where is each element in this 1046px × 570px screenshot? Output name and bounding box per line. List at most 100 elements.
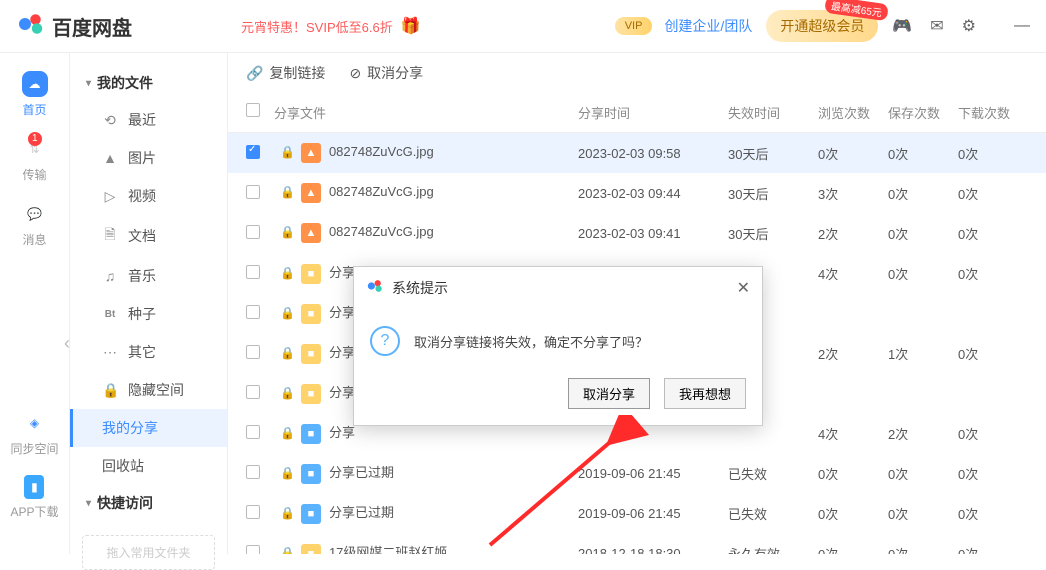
- table-row[interactable]: 🔒■17级网媒二班赵红姬2018-12-18 18:30永久有效0次0次0次: [228, 533, 1046, 554]
- table-row[interactable]: 🔒■分享已过期2019-09-06 21:45已失效0次0次0次: [228, 493, 1046, 533]
- row-checkbox[interactable]: [246, 265, 260, 279]
- row-checkbox[interactable]: [246, 465, 260, 479]
- sidebar-item-docs[interactable]: 🗎文档: [70, 215, 227, 257]
- dialog-confirm-button[interactable]: 取消分享: [568, 378, 650, 409]
- link-icon: 🔗: [246, 65, 263, 82]
- nav-home[interactable]: ☁ 首页: [22, 71, 48, 118]
- sidebar: ▾ 我的文件 ⟲最近 ▲图片 ▷视频 🗎文档 ♫音乐 Bt种子 ⋯其它 🔒隐藏空…: [70, 53, 228, 554]
- sidebar-item-images[interactable]: ▲图片: [70, 139, 227, 177]
- sidebar-item-recycle[interactable]: 回收站: [70, 447, 227, 485]
- sidebar-item-other[interactable]: ⋯其它: [70, 333, 227, 371]
- vip-badge[interactable]: VIP: [615, 17, 653, 35]
- promo-text[interactable]: 元宵特惠！SVIP低至6.6折: [241, 17, 393, 36]
- sidebar-item-video[interactable]: ▷视频: [70, 177, 227, 215]
- row-checkbox[interactable]: [246, 425, 260, 439]
- mail-icon[interactable]: ✉: [930, 16, 943, 36]
- row-checkbox[interactable]: [246, 225, 260, 239]
- table-header: 分享文件 分享时间 失效时间 浏览次数 保存次数 下载次数: [228, 93, 1046, 133]
- dialog-cancel-button[interactable]: 我再想想: [664, 378, 746, 409]
- transfer-badge: 1: [28, 132, 42, 146]
- open-svip-button[interactable]: 开通超级会员 最高减65元: [766, 10, 878, 42]
- table-row[interactable]: 🔒▲082748ZuVcG.jpg2023-02-03 09:5830天后0次0…: [228, 133, 1046, 173]
- window-minimize-icon[interactable]: —: [1014, 17, 1030, 35]
- cell-expire: 30天后: [728, 144, 818, 163]
- file-type-icon: ■: [301, 424, 321, 444]
- lock-icon: 🔒: [280, 506, 295, 520]
- chevron-down-icon: ▾: [86, 498, 91, 509]
- cell-views: 0次: [818, 464, 888, 483]
- row-checkbox[interactable]: [246, 305, 260, 319]
- cancel-share-button[interactable]: ⊘取消分享: [349, 63, 423, 83]
- file-type-icon: ■: [301, 464, 321, 484]
- lock-icon: 🔒: [280, 386, 295, 400]
- lock-icon: 🔒: [280, 306, 295, 320]
- sidebar-group-myfiles[interactable]: ▾ 我的文件: [70, 65, 227, 101]
- row-checkbox[interactable]: [246, 345, 260, 359]
- cell-views: 2次: [818, 344, 888, 363]
- lock-icon: 🔒: [280, 346, 295, 360]
- sidebar-item-music[interactable]: ♫音乐: [70, 257, 227, 295]
- cell-saves: 0次: [888, 144, 958, 163]
- col-name[interactable]: 分享文件: [274, 103, 578, 122]
- cell-downloads: 0次: [958, 544, 1028, 555]
- file-name: 分享: [329, 425, 355, 440]
- cell-saves: 0次: [888, 264, 958, 283]
- row-checkbox[interactable]: [246, 145, 260, 159]
- sync-icon: ◈: [21, 410, 47, 436]
- chat-icon: 💬: [22, 201, 48, 227]
- lock-icon: 🔒: [280, 185, 295, 199]
- select-all-checkbox[interactable]: [246, 103, 260, 117]
- sidebar-group-quick-label: 快捷访问: [97, 493, 153, 513]
- nav-transfer[interactable]: ⇅ 1 传输: [22, 136, 48, 183]
- cell-downloads: 0次: [958, 224, 1028, 243]
- lock-icon: 🔒: [102, 382, 118, 399]
- cell-views: 4次: [818, 264, 888, 283]
- nav-app-download[interactable]: ▮ APP下载: [10, 475, 58, 520]
- gear-icon[interactable]: ⚙: [962, 16, 976, 36]
- cell-saves: 0次: [888, 224, 958, 243]
- phone-icon: ▮: [24, 475, 44, 499]
- cell-views: 0次: [818, 144, 888, 163]
- import-folder-dropzone[interactable]: 拖入常用文件夹: [82, 535, 215, 570]
- col-saves[interactable]: 保存次数: [888, 103, 958, 122]
- col-expire[interactable]: 失效时间: [728, 103, 818, 122]
- close-icon[interactable]: ✕: [737, 278, 750, 298]
- cell-expire: 已失效: [728, 464, 818, 483]
- question-icon: ?: [370, 326, 400, 356]
- file-name: 分享: [329, 265, 355, 280]
- col-downloads[interactable]: 下载次数: [958, 103, 1028, 122]
- cell-views: 2次: [818, 224, 888, 243]
- nav-messages[interactable]: 💬 消息: [22, 201, 48, 248]
- table-row[interactable]: 🔒▲082748ZuVcG.jpg2023-02-03 09:4130天后2次0…: [228, 213, 1046, 253]
- sidebar-item-bt[interactable]: Bt种子: [70, 295, 227, 333]
- sidebar-item-myshare[interactable]: 我的分享: [70, 409, 227, 447]
- cell-downloads: 0次: [958, 424, 1028, 443]
- file-type-icon: ■: [301, 304, 321, 324]
- col-time[interactable]: 分享时间: [578, 103, 728, 122]
- sidebar-group-quick[interactable]: ▾ 快捷访问: [70, 485, 227, 521]
- col-views[interactable]: 浏览次数: [818, 103, 888, 122]
- file-type-icon: ▲: [301, 183, 321, 203]
- music-icon: ♫: [102, 268, 118, 284]
- copy-link-button[interactable]: 🔗复制链接: [246, 63, 325, 83]
- lock-icon: 🔒: [280, 546, 295, 554]
- nav-sync[interactable]: ◈ 同步空间: [10, 410, 58, 457]
- table-row[interactable]: 🔒▲082748ZuVcG.jpg2023-02-03 09:4430天后3次0…: [228, 173, 1046, 213]
- sidebar-item-hidden[interactable]: 🔒隐藏空间: [70, 371, 227, 409]
- cell-downloads: 0次: [958, 264, 1028, 283]
- file-name: 17级网媒二班赵红姬: [329, 545, 447, 554]
- table-row[interactable]: 🔒■分享已过期2019-09-06 21:45已失效0次0次0次: [228, 453, 1046, 493]
- file-type-icon: ■: [301, 344, 321, 364]
- dialog-header: 系统提示 ✕: [354, 267, 762, 308]
- gift-icon[interactable]: 🎁: [401, 16, 421, 36]
- cell-saves: 1次: [888, 344, 958, 363]
- lock-icon: 🔒: [280, 266, 295, 280]
- row-checkbox[interactable]: [246, 505, 260, 519]
- create-team-link[interactable]: 创建企业/团队: [664, 16, 752, 36]
- sidebar-item-recent[interactable]: ⟲最近: [70, 101, 227, 139]
- row-checkbox[interactable]: [246, 185, 260, 199]
- row-checkbox[interactable]: [246, 545, 260, 555]
- logo[interactable]: 百度网盘: [16, 9, 241, 44]
- game-icon[interactable]: 🎮: [892, 16, 912, 36]
- row-checkbox[interactable]: [246, 385, 260, 399]
